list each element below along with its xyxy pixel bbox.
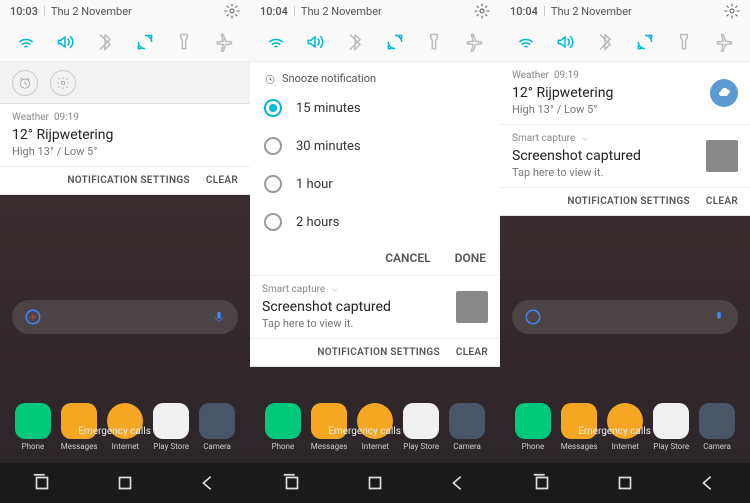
back-button[interactable] [447, 472, 469, 494]
shade-footer: NOTIFICATION SETTINGS CLEAR [500, 188, 750, 216]
screenshot-notification[interactable]: Smart capture Screenshot captured Tap he… [500, 125, 750, 188]
home-button[interactable] [364, 472, 386, 494]
recents-button[interactable] [281, 472, 303, 494]
back-button[interactable] [697, 472, 719, 494]
autorotate-toggle[interactable] [382, 29, 408, 55]
snooze-option[interactable]: 2 hours [250, 203, 500, 241]
screenshot-thumb[interactable] [456, 291, 488, 323]
shade-footer: NOTIFICATION SETTINGS CLEAR [250, 339, 500, 367]
weather-temp: 12° Rijpwetering [12, 127, 238, 143]
chevron-down-icon[interactable] [330, 285, 340, 295]
settings-icon[interactable] [724, 3, 740, 19]
navigation-bar [250, 463, 500, 503]
airplane-toggle[interactable] [211, 29, 237, 55]
snooze-option[interactable]: 15 minutes [250, 89, 500, 127]
status-date: Thu 2 November [51, 5, 224, 18]
home-button[interactable] [614, 472, 636, 494]
back-button[interactable] [197, 472, 219, 494]
clear-button[interactable]: CLEAR [206, 175, 238, 186]
snooze-option[interactable]: 1 hour [250, 165, 500, 203]
google-search-bar[interactable] [12, 300, 238, 334]
sound-toggle[interactable] [52, 29, 78, 55]
quick-toggles [500, 22, 750, 62]
notification-settings-button[interactable]: NOTIFICATION SETTINGS [567, 196, 690, 207]
snooze-panel: Snooze notification 15 minutes30 minutes… [250, 62, 500, 276]
radio-button[interactable] [264, 213, 282, 231]
google-search-bar[interactable] [512, 300, 738, 334]
recents-button[interactable] [531, 472, 553, 494]
quick-toggles [0, 22, 250, 62]
notification-settings-button[interactable]: NOTIFICATION SETTINGS [67, 175, 190, 186]
notification-actions [0, 62, 250, 104]
clear-button[interactable]: CLEAR [456, 347, 488, 358]
google-icon [524, 308, 542, 326]
weather-notification[interactable]: Weather09:19 12° Rijpwetering High 13° /… [0, 104, 250, 167]
wifi-toggle[interactable] [513, 29, 539, 55]
flashlight-toggle[interactable] [421, 29, 447, 55]
navigation-bar [500, 463, 750, 503]
settings-icon[interactable] [224, 3, 240, 19]
airplane-toggle[interactable] [461, 29, 487, 55]
emergency-banner: Emergency calls only [500, 426, 750, 437]
mic-icon [212, 310, 226, 324]
snooze-option[interactable]: 30 minutes [250, 127, 500, 165]
emergency-banner: Emergency calls only [0, 426, 250, 437]
weather-icon [710, 79, 738, 107]
bluetooth-toggle[interactable] [92, 29, 118, 55]
shade-footer: NOTIFICATION SETTINGS CLEAR [0, 167, 250, 195]
weather-hilow: High 13° / Low 5° [12, 145, 238, 158]
status-time: 10:03 [10, 5, 38, 18]
status-bar: 10:04 Thu 2 November [250, 0, 500, 22]
radio-button[interactable] [264, 99, 282, 117]
sound-toggle[interactable] [552, 29, 578, 55]
alarm-icon [264, 73, 276, 85]
done-button[interactable]: DONE [455, 251, 486, 265]
wifi-toggle[interactable] [263, 29, 289, 55]
weather-notification[interactable]: Weather09:19 12° Rijpwetering High 13° /… [500, 62, 750, 125]
autorotate-toggle[interactable] [632, 29, 658, 55]
bluetooth-toggle[interactable] [342, 29, 368, 55]
sound-toggle[interactable] [302, 29, 328, 55]
status-bar: 10:03 Thu 2 November [0, 0, 250, 22]
snooze-all-button[interactable] [12, 70, 38, 96]
autorotate-toggle[interactable] [132, 29, 158, 55]
airplane-toggle[interactable] [711, 29, 737, 55]
chevron-down-icon[interactable] [580, 134, 590, 144]
flashlight-toggle[interactable] [671, 29, 697, 55]
notif-app-name: Weather [12, 112, 49, 123]
emergency-banner: Emergency calls only [250, 426, 500, 437]
flashlight-toggle[interactable] [171, 29, 197, 55]
screenshot-thumb[interactable] [706, 140, 738, 172]
home-button[interactable] [114, 472, 136, 494]
navigation-bar [0, 463, 250, 503]
google-icon [24, 308, 42, 326]
wifi-toggle[interactable] [13, 29, 39, 55]
radio-button[interactable] [264, 175, 282, 193]
radio-button[interactable] [264, 137, 282, 155]
snooze-header: Snooze notification [250, 62, 500, 89]
notif-settings-button[interactable] [50, 70, 76, 96]
recents-button[interactable] [31, 472, 53, 494]
settings-icon[interactable] [474, 3, 490, 19]
quick-toggles [250, 22, 500, 62]
status-bar: 10:04 Thu 2 November [500, 0, 750, 22]
cancel-button[interactable]: CANCEL [385, 251, 430, 265]
clear-button[interactable]: CLEAR [706, 196, 738, 207]
notification-settings-button[interactable]: NOTIFICATION SETTINGS [317, 347, 440, 358]
bluetooth-toggle[interactable] [592, 29, 618, 55]
mic-icon [712, 310, 726, 324]
screenshot-notification[interactable]: Smart capture Screenshot captured Tap he… [250, 276, 500, 339]
